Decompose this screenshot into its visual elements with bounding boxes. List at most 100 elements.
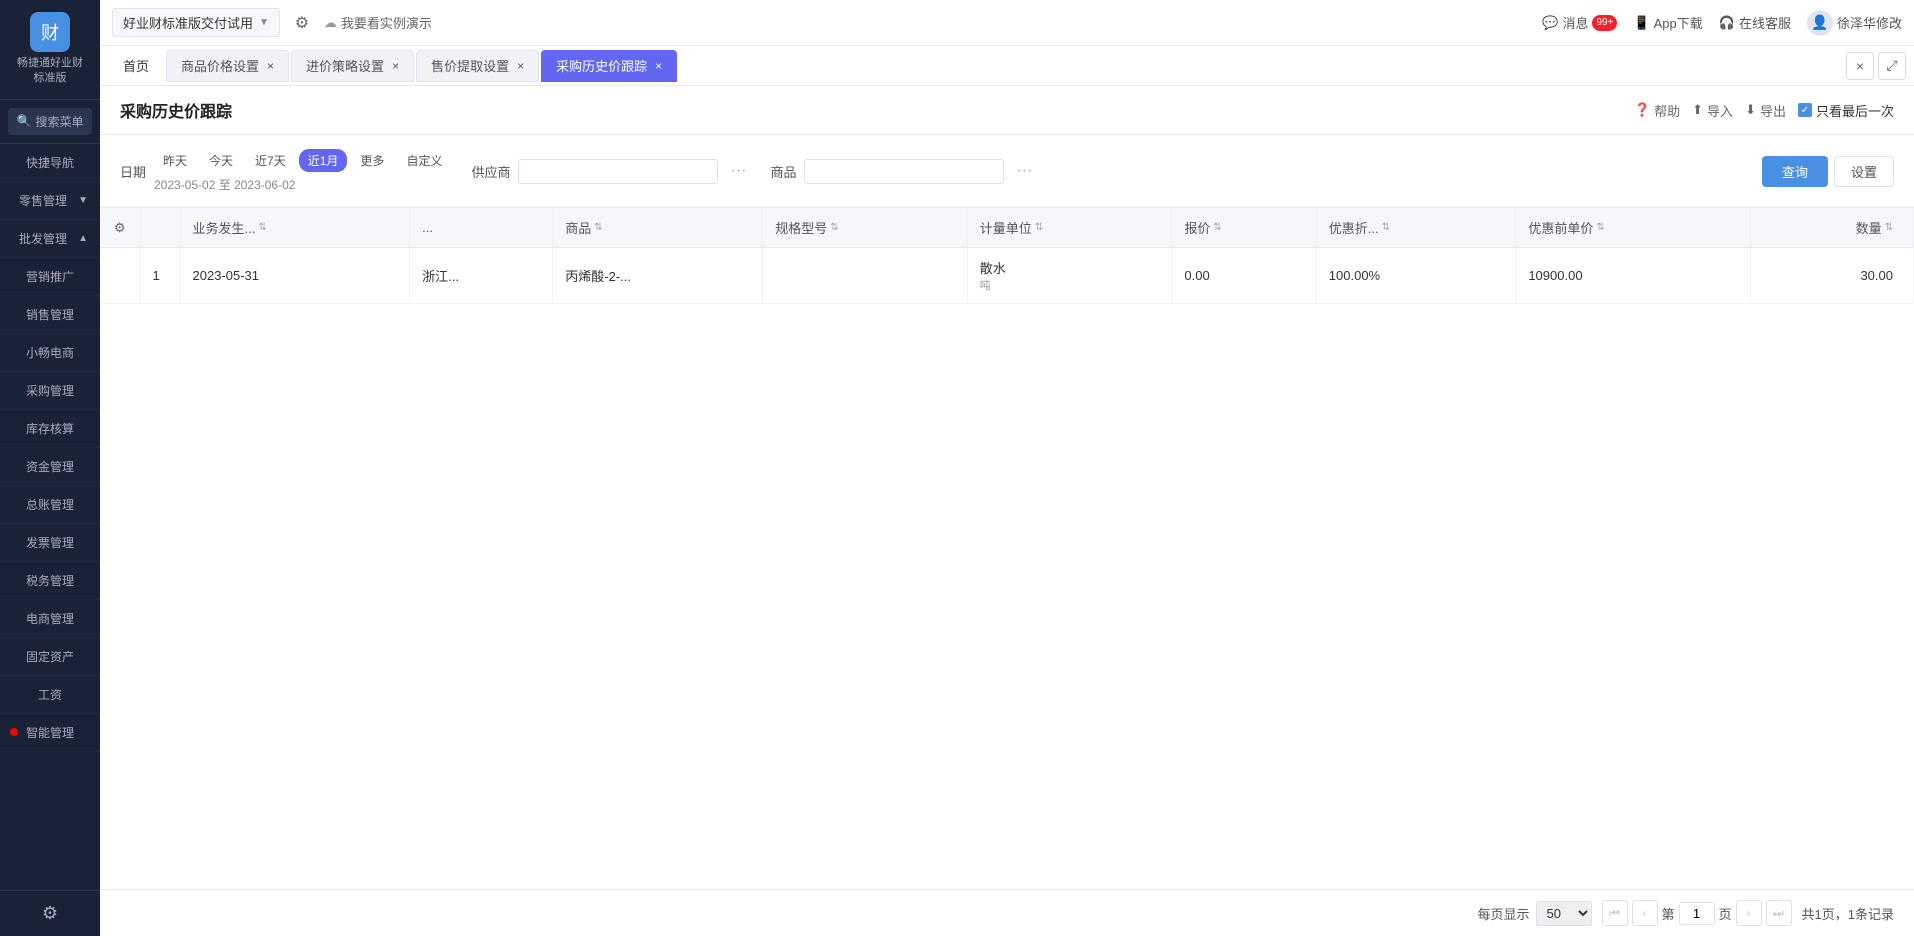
sidebar-item-fixed-assets[interactable]: 固定资产 (0, 638, 100, 676)
th-goods[interactable]: 商品⇅ (553, 208, 763, 248)
date-btn-custom[interactable]: 自定义 (397, 149, 451, 172)
export-icon: ⬇ (1745, 102, 1756, 118)
sort-icon-quantity: ⇅ (1885, 222, 1893, 233)
date-btn-more[interactable]: 更多 (351, 149, 393, 172)
only-latest-checkbox-icon[interactable] (1798, 103, 1812, 117)
page-number-input[interactable] (1679, 902, 1715, 925)
sidebar-item-ecommerce-small[interactable]: 小畅电商 (0, 334, 100, 372)
tab-sale-extract[interactable]: 售价提取设置 × (416, 50, 539, 82)
th-price[interactable]: 报价⇅ (1172, 208, 1316, 248)
sales-label: 销售管理 (26, 306, 74, 323)
header-settings-button[interactable]: ⚙ (288, 9, 316, 37)
export-action[interactable]: ⬇ 导出 (1745, 101, 1786, 120)
td-quantity: 30.00 (1751, 248, 1914, 304)
th-quantity[interactable]: 数量⇅ (1751, 208, 1914, 248)
date-filter-group: 日期 昨天 今天 近7天 近1月 更多 自定义 2023-05-02 至 202… (120, 149, 451, 193)
th-discount[interactable]: 优惠折...⇅ (1316, 208, 1516, 248)
goods-filter-dots[interactable]: ··· (1012, 162, 1036, 180)
tab-purchase-history[interactable]: 采购历史价跟踪 × (541, 50, 677, 82)
chevron-down-icon: ▼ (259, 17, 269, 28)
page-label-pre: 第 (1662, 904, 1675, 923)
sidebar-item-purchase[interactable]: 采购管理 (0, 372, 100, 410)
invoice-label: 发票管理 (26, 534, 74, 551)
sidebar-item-invoice[interactable]: 发票管理 (0, 524, 100, 562)
help-action[interactable]: ❓ 帮助 (1634, 101, 1680, 120)
sidebar-item-finance[interactable]: 资金管理 (0, 448, 100, 486)
purchase-strategy-close-icon[interactable]: × (392, 59, 399, 73)
general-ledger-label: 总账管理 (26, 496, 74, 513)
online-service-action[interactable]: 🎧 在线客服 (1719, 13, 1791, 32)
demo-button[interactable]: ☁ 我要看实例演示 (324, 13, 432, 32)
query-button[interactable]: 查询 (1762, 156, 1828, 187)
demo-text: 我要看实例演示 (341, 13, 432, 32)
version-text: 好业财标准版交付试用 (123, 13, 253, 32)
headset-icon: 🎧 (1719, 15, 1735, 31)
settings-button[interactable]: 设置 (1834, 156, 1894, 187)
th-settings[interactable]: ⚙ (100, 208, 140, 248)
sidebar-item-sales[interactable]: 销售管理 (0, 296, 100, 334)
sidebar-item-payroll[interactable]: 工资 (0, 676, 100, 714)
price-settings-label: 商品价格设置 (181, 56, 259, 75)
tab-price-settings[interactable]: 商品价格设置 × (166, 50, 289, 82)
only-latest-filter[interactable]: 只看最后一次 (1798, 101, 1894, 120)
th-unit[interactable]: 计量单位⇅ (967, 208, 1172, 248)
date-btn-today[interactable]: 今天 (200, 149, 242, 172)
import-action[interactable]: ⬆ 导入 (1692, 101, 1733, 120)
th-spec[interactable]: 规格型号⇅ (763, 208, 968, 248)
sidebar-search[interactable]: 🔍 搜索菜单 (0, 100, 100, 144)
sidebar-item-smart[interactable]: 智能管理 (0, 714, 100, 752)
search-menu-button[interactable]: 🔍 搜索菜单 (8, 108, 92, 135)
per-page-select[interactable]: 20 50 100 (1536, 901, 1592, 926)
date-btn-yesterday[interactable]: 昨天 (154, 149, 196, 172)
tab-home[interactable]: 首页 (108, 50, 164, 82)
first-page-button[interactable]: ⏮ (1602, 900, 1628, 926)
tab-close-button[interactable]: × (1846, 52, 1874, 80)
sidebar-item-wholesale[interactable]: 批发管理 ▲ (0, 220, 100, 258)
date-filter-section: 昨天 今天 近7天 近1月 更多 自定义 2023-05-02 至 2023-0… (154, 149, 451, 193)
th-business-date[interactable]: 业务发生...⇅ (180, 208, 410, 248)
pagination-bar: 每页显示 20 50 100 ⏮ ‹ 第 页 › ⏭ 共1页，1条记录 (100, 889, 1914, 936)
sidebar-item-marketing[interactable]: 营销推广 (0, 258, 100, 296)
sidebar-settings[interactable]: ⚙ (0, 890, 100, 936)
fixed-assets-label: 固定资产 (26, 648, 74, 665)
settings-icon[interactable]: ⚙ (42, 903, 58, 924)
supplier-filter-input[interactable] (518, 159, 718, 184)
supplier-filter-dots[interactable]: ··· (726, 162, 750, 180)
only-latest-label: 只看最后一次 (1816, 101, 1894, 120)
next-page-button[interactable]: › (1736, 900, 1762, 926)
sidebar-item-inventory[interactable]: 库存核算 (0, 410, 100, 448)
tab-purchase-strategy[interactable]: 进价策略设置 × (291, 50, 414, 82)
app-download-action[interactable]: 📱 App下载 (1633, 13, 1702, 32)
purchase-history-close-icon[interactable]: × (655, 59, 662, 73)
sidebar-item-ecommerce[interactable]: 电商管理 (0, 600, 100, 638)
messages-label: 消息 (1562, 13, 1588, 32)
date-btn-last1month[interactable]: 近1月 (299, 149, 348, 172)
th-pre-discount-price[interactable]: 优惠前单价⇅ (1516, 208, 1751, 248)
last-page-button[interactable]: ⏭ (1766, 900, 1792, 926)
price-settings-close-icon[interactable]: × (267, 59, 274, 73)
prev-page-button[interactable]: ‹ (1632, 900, 1658, 926)
header-left: 好业财标准版交付试用 ▼ ⚙ ☁ 我要看实例演示 (112, 8, 432, 37)
sidebar-item-quick-nav[interactable]: 快捷导航 (0, 144, 100, 182)
user-info[interactable]: 👤 徐泽华修改 (1807, 10, 1902, 36)
date-btn-last7days[interactable]: 近7天 (246, 149, 295, 172)
filter-row: 日期 昨天 今天 近7天 近1月 更多 自定义 2023-05-02 至 202… (120, 149, 1894, 193)
td-discount: 100.00% (1316, 248, 1516, 304)
help-label: 帮助 (1654, 101, 1680, 120)
sidebar-item-tax[interactable]: 税务管理 (0, 562, 100, 600)
th-more-cols[interactable]: ... (410, 208, 553, 248)
version-dropdown[interactable]: 好业财标准版交付试用 ▼ (112, 8, 280, 37)
sale-extract-close-icon[interactable]: × (517, 59, 524, 73)
tab-expand-button[interactable]: ⤢ (1878, 52, 1906, 80)
sidebar-item-general-ledger[interactable]: 总账管理 (0, 486, 100, 524)
sort-icon-unit: ⇅ (1035, 222, 1043, 233)
td-business-date: 2023-05-31 (180, 248, 410, 304)
table-header-row: ⚙ 业务发生...⇅ ... 商品⇅ 规格型号⇅ (100, 208, 1914, 248)
goods-filter-input[interactable] (804, 159, 1004, 184)
import-icon: ⬆ (1692, 102, 1703, 118)
cloud-icon: ☁ (324, 15, 337, 31)
column-settings-icon[interactable]: ⚙ (114, 220, 126, 235)
messages-action[interactable]: 💬 消息 99+ (1542, 13, 1617, 32)
message-icon: 💬 (1542, 15, 1558, 31)
sidebar-item-retail[interactable]: 零售管理 ▼ (0, 182, 100, 220)
